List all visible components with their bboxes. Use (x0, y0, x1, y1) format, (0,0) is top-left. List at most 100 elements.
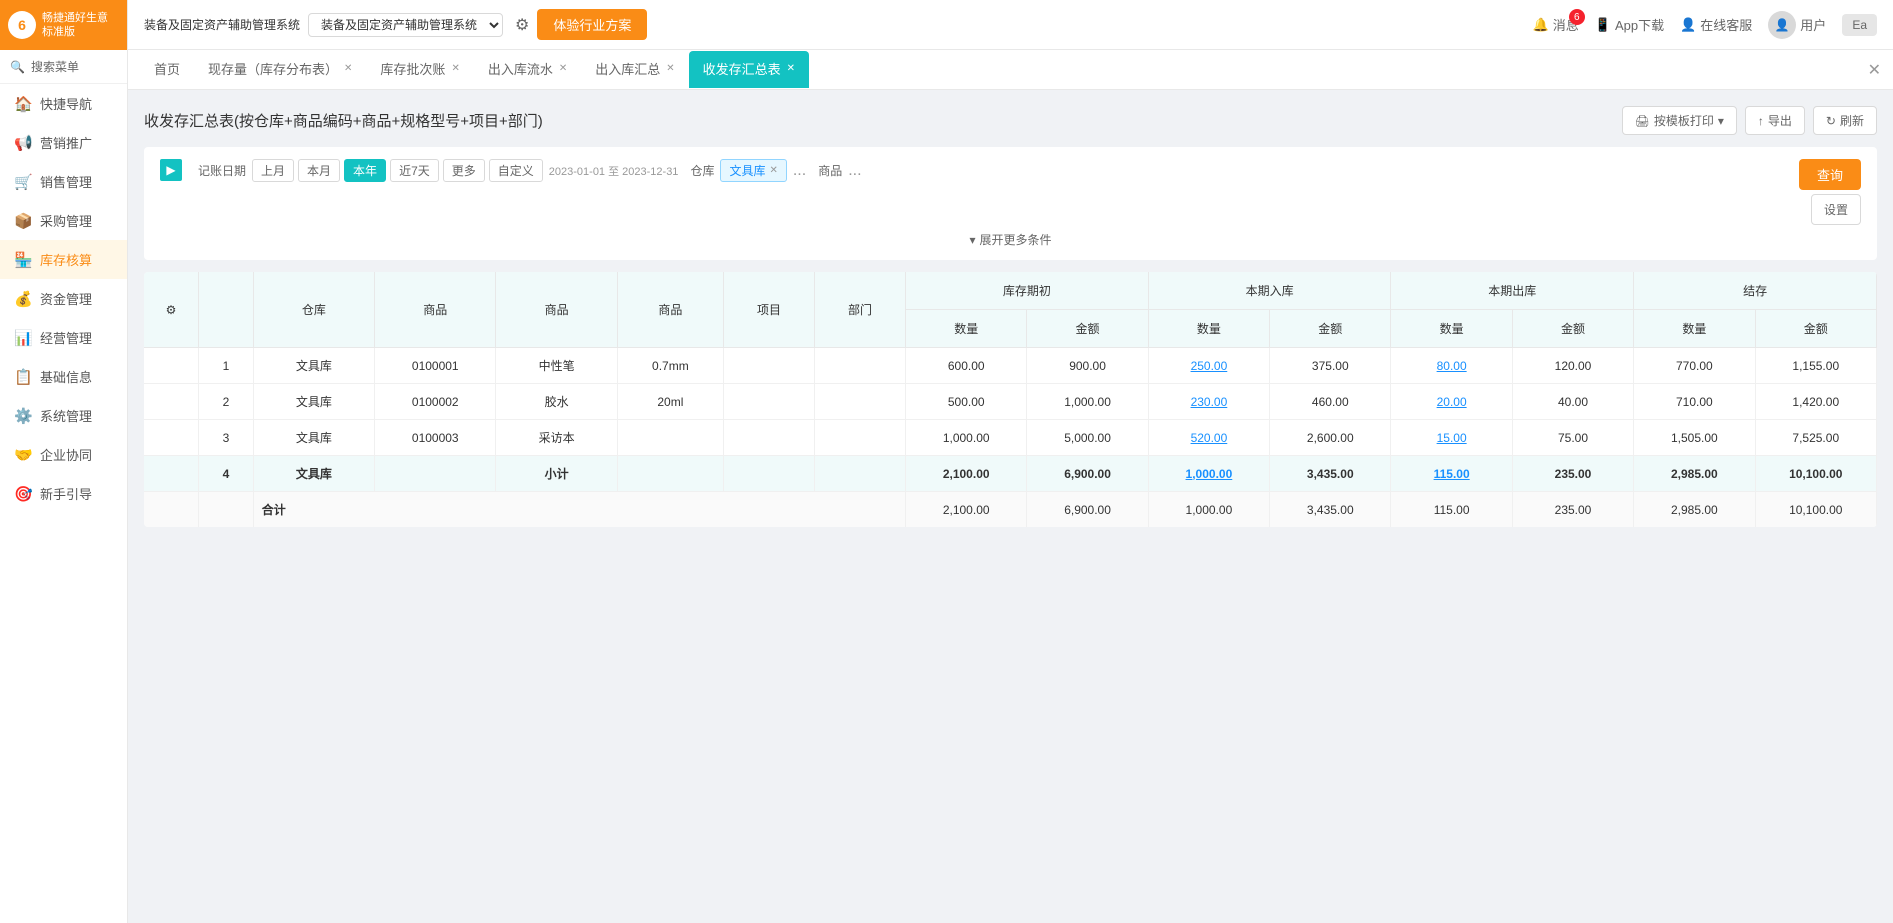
in-qty-link[interactable]: 250.00 (1191, 359, 1228, 373)
filter-date-item: 记账日期 上月 本月 本年 近7天 更多 自定义 2023-01-01 至 20… (198, 159, 678, 182)
tab-close-batch-ledger[interactable]: ✕ (451, 63, 459, 74)
settings-gear-icon[interactable]: ⚙ (515, 15, 529, 35)
date-btn-this-year[interactable]: 本年 (344, 159, 386, 182)
row-project (723, 384, 814, 420)
date-btn-7days[interactable]: 近7天 (390, 159, 439, 182)
out-group-header: 本期出库 (1391, 272, 1634, 310)
tab-recv-send-summary[interactable]: 收发存汇总表 ✕ (689, 51, 809, 88)
row-name: 中性笔 (496, 348, 617, 384)
row-close-qty: 710.00 (1634, 384, 1755, 420)
experience-btn[interactable]: 体验行业方案 (537, 9, 647, 40)
date-btn-last-month[interactable]: 上月 (252, 159, 294, 182)
row-out-qty[interactable]: 115.00 (1391, 456, 1512, 492)
cart-icon: 🛒 (14, 173, 32, 191)
sidebar-item-purchase[interactable]: 📦 采购管理 (0, 201, 127, 240)
no-col-header (199, 272, 254, 348)
row-in-qty[interactable]: 520.00 (1148, 420, 1269, 456)
row-no: 3 (199, 420, 254, 456)
row-spec (617, 456, 723, 492)
page-header: 收发存汇总表(按仓库+商品编码+商品+规格型号+项目+部门) 🖨 按模板打印 ▾… (144, 106, 1877, 135)
top-bar-right: 🔔 6 消息 📱 App下载 👤 在线客服 👤 用户 Ea (1533, 11, 1877, 39)
row-close-amt: 10,100.00 (1755, 456, 1876, 492)
out-qty-link[interactable]: 80.00 (1437, 359, 1467, 373)
tab-batch-ledger[interactable]: 库存批次账 ✕ (366, 51, 473, 88)
out-qty-link[interactable]: 15.00 (1437, 431, 1467, 445)
gear-icon: ⚙️ (14, 407, 32, 425)
online-service-btn[interactable]: 👤 在线客服 (1680, 15, 1752, 34)
row-out-qty[interactable]: 80.00 (1391, 348, 1512, 384)
sidebar-item-enterprise[interactable]: 🤝 企业协同 (0, 435, 127, 474)
in-amt-header: 金额 (1270, 310, 1391, 348)
date-btn-more[interactable]: 更多 (443, 159, 485, 182)
table-settings-icon[interactable]: ⚙ (166, 303, 177, 317)
row-settings-cell (144, 384, 199, 420)
in-qty-link-sub[interactable]: 1,000.00 (1186, 467, 1233, 481)
warehouse-tag[interactable]: 文具库 ✕ (720, 159, 786, 182)
row-open-qty: 600.00 (906, 348, 1027, 384)
marketing-icon: 📢 (14, 134, 32, 152)
row-out-qty[interactable]: 20.00 (1391, 384, 1512, 420)
print-btn[interactable]: 🖨 按模板打印 ▾ (1622, 106, 1737, 135)
goods-more[interactable]: ... (848, 162, 861, 180)
out-qty-link-sub[interactable]: 115.00 (1434, 467, 1470, 481)
row-open-amt: 6,900.00 (1027, 456, 1148, 492)
sidebar-item-finance[interactable]: 💰 资金管理 (0, 279, 127, 318)
date-btn-this-month[interactable]: 本月 (298, 159, 340, 182)
refresh-btn[interactable]: ↻ 刷新 (1813, 106, 1877, 135)
sidebar-search[interactable]: 🔍 搜索菜单 (0, 50, 127, 84)
row-in-qty[interactable]: 1,000.00 (1148, 456, 1269, 492)
in-group-header: 本期入库 (1148, 272, 1391, 310)
in-qty-header: 数量 (1148, 310, 1269, 348)
print-icon: 🖨 (1635, 114, 1650, 128)
tab-home[interactable]: 首页 (140, 51, 194, 88)
row-spec: 0.7mm (617, 348, 723, 384)
row-in-qty[interactable]: 250.00 (1148, 348, 1269, 384)
ea-badge: Ea (1842, 14, 1877, 36)
table-footer-row: 合计 2,100.00 6,900.00 1,000.00 3,435.00 1… (144, 492, 1877, 528)
sidebar-item-operations[interactable]: 📊 经营管理 (0, 318, 127, 357)
tab-close-stock-dist[interactable]: ✕ (344, 63, 352, 74)
filter-expand-arrow[interactable]: ▶ (160, 159, 182, 181)
in-qty-link[interactable]: 520.00 (1191, 431, 1228, 445)
in-qty-link[interactable]: 230.00 (1191, 395, 1228, 409)
logo-icon: 6 (8, 11, 36, 39)
sidebar-item-inventory[interactable]: 🏪 库存核算 (0, 240, 127, 279)
tab-close-recv-send-summary[interactable]: ✕ (787, 63, 795, 74)
out-qty-link[interactable]: 20.00 (1437, 395, 1467, 409)
sidebar-item-sales[interactable]: 🛒 销售管理 (0, 162, 127, 201)
expand-conditions-btn[interactable]: ▾ 展开更多条件 (160, 231, 1861, 248)
tab-in-out-flow[interactable]: 出入库流水 ✕ (474, 51, 581, 88)
tab-stock-dist[interactable]: 现存量（库存分布表） ✕ (194, 51, 366, 88)
sidebar-item-system[interactable]: ⚙️ 系统管理 (0, 396, 127, 435)
notification-count: 6 (1569, 9, 1585, 25)
row-in-qty[interactable]: 230.00 (1148, 384, 1269, 420)
user-avatar-btn[interactable]: 👤 用户 (1768, 11, 1826, 39)
settings-col-header[interactable]: ⚙ (144, 272, 199, 348)
footer-settings-cell (144, 492, 199, 528)
top-bar-left: 装备及固定资产辅助管理系统 装备及固定资产辅助管理系统 ⚙ 体验行业方案 (144, 9, 647, 40)
app-download-btn[interactable]: 📱 App下载 (1595, 15, 1664, 34)
export-btn[interactable]: ↑ 导出 (1745, 106, 1805, 135)
filter-settings-btn[interactable]: 设置 (1811, 194, 1861, 225)
sidebar: 6 畅捷通好生意 标准版 🔍 搜索菜单 🏠 快捷导航 📢 营销推广 🛒 销售管理… (0, 0, 128, 923)
refresh-icon: ↻ (1826, 114, 1836, 128)
warehouse-tag-close[interactable]: ✕ (769, 165, 777, 176)
tab-close-in-out-summary[interactable]: ✕ (666, 63, 674, 74)
user-avatar: 👤 (1768, 11, 1796, 39)
date-btn-custom[interactable]: 自定义 (489, 159, 543, 182)
filter-goods-item: 商品 ... (818, 162, 861, 180)
table-row: 1文具库0100001中性笔0.7mm600.00900.00250.00375… (144, 348, 1877, 384)
tab-in-out-summary[interactable]: 出入库汇总 ✕ (581, 51, 688, 88)
warehouse-more[interactable]: ... (793, 162, 806, 180)
tab-close-in-out-flow[interactable]: ✕ (559, 63, 567, 74)
sidebar-item-quick-nav[interactable]: 🏠 快捷导航 (0, 84, 127, 123)
close-all-tabs-icon[interactable]: ✕ (1868, 60, 1881, 80)
notification-btn[interactable]: 🔔 6 消息 (1533, 15, 1579, 34)
sidebar-item-basic[interactable]: 📋 基础信息 (0, 357, 127, 396)
row-out-qty[interactable]: 15.00 (1391, 420, 1512, 456)
sidebar-item-guide[interactable]: 🎯 新手引导 (0, 474, 127, 513)
row-out-amt: 40.00 (1512, 384, 1633, 420)
system-select[interactable]: 装备及固定资产辅助管理系统 (308, 13, 503, 37)
sidebar-item-marketing[interactable]: 📢 营销推广 (0, 123, 127, 162)
query-btn[interactable]: 查询 (1799, 159, 1861, 190)
